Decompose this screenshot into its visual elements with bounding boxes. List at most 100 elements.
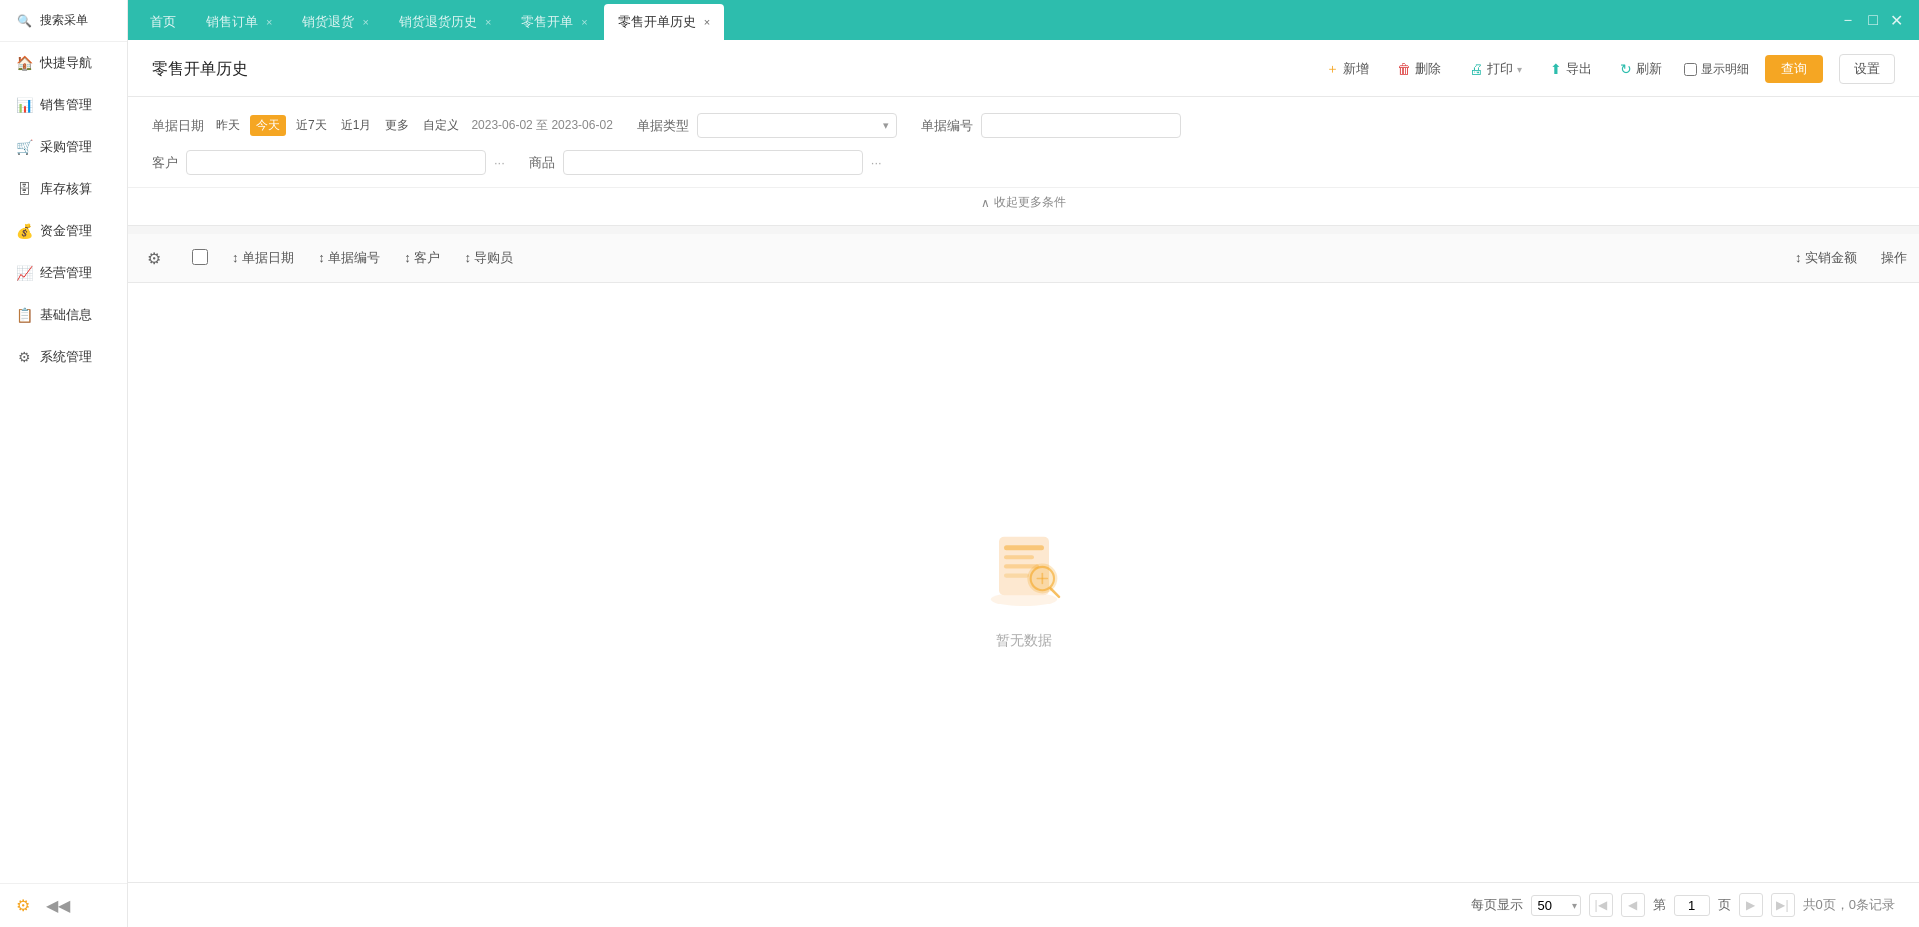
sidebar-item-purchase-mgmt[interactable]: 🛒 采购管理 (0, 126, 127, 168)
refresh-button[interactable]: ↻ 刷新 (1614, 56, 1668, 82)
print-dropdown-icon: ▾ (1517, 64, 1522, 75)
tab-retail-history-close[interactable]: × (704, 16, 710, 28)
doc-type-select-wrap (697, 113, 897, 138)
finance-icon: 💰 (16, 223, 32, 239)
sidebar-item-operations[interactable]: 📈 经营管理 (0, 252, 127, 294)
goods-filter: 商品 ··· (529, 150, 882, 175)
query-button[interactable]: 查询 (1765, 55, 1823, 83)
customer-more-icon[interactable]: ··· (494, 155, 505, 170)
tab-sales-return-history-close[interactable]: × (485, 16, 491, 28)
sidebar-item-sales-mgmt[interactable]: 📊 销售管理 (0, 84, 127, 126)
date-more[interactable]: 更多 (381, 115, 413, 136)
operations-icon: 📈 (16, 265, 32, 281)
add-label: 新增 (1343, 60, 1369, 78)
svg-rect-3 (1004, 555, 1034, 559)
export-button[interactable]: ⬆ 导出 (1544, 56, 1598, 82)
page-number-input[interactable] (1674, 895, 1710, 916)
sidebar: 🔍 搜索采单 🏠 快捷导航 📊 销售管理 🛒 采购管理 🗄 库存核算 💰 资金管… (0, 0, 128, 927)
table-select-all[interactable] (192, 249, 208, 265)
sidebar-search[interactable]: 🔍 搜索采单 (0, 0, 127, 42)
page-next-button[interactable]: ▶ (1739, 893, 1763, 917)
tab-bar-right: － □ ✕ (1840, 10, 1911, 31)
date-1month[interactable]: 近1月 (337, 115, 376, 136)
tab-retail-open[interactable]: 零售开单 × (507, 4, 601, 40)
date-yesterday[interactable]: 昨天 (212, 115, 244, 136)
add-button[interactable]: ＋ 新增 (1320, 56, 1375, 82)
data-table: ⚙ ↕ 单据日期 ↕ 单据编号 (128, 234, 1919, 283)
customer-input[interactable] (186, 150, 486, 175)
print-label: 打印 (1487, 60, 1513, 78)
doc-no-input[interactable] (981, 113, 1181, 138)
sidebar-collapse-icon[interactable]: ◀◀ (46, 896, 70, 915)
goods-more-icon[interactable]: ··· (871, 155, 882, 170)
sidebar-item-inventory[interactable]: 🗄 库存核算 (0, 168, 127, 210)
page-header: 零售开单历史 ＋ 新增 🗑 删除 🖨 打印 ▾ ⬆ 导出 (128, 40, 1919, 97)
sidebar-item-label: 快捷导航 (40, 54, 92, 72)
sidebar-item-label: 资金管理 (40, 222, 92, 240)
tab-retail-open-close[interactable]: × (581, 16, 587, 28)
page-first-button[interactable]: |◀ (1589, 893, 1613, 917)
sidebar-item-quick-nav[interactable]: 🏠 快捷导航 (0, 42, 127, 84)
date-7days[interactable]: 近7天 (292, 115, 331, 136)
date-custom[interactable]: 自定义 (419, 115, 463, 136)
window-close-icon[interactable]: ✕ (1890, 11, 1903, 30)
sidebar-item-finance[interactable]: 💰 资金管理 (0, 210, 127, 252)
window-maximize-icon[interactable]: □ (1868, 11, 1878, 29)
th-amount-label: ↕ 实销金额 (1795, 250, 1857, 265)
svg-rect-2 (1004, 545, 1044, 550)
goods-input[interactable] (563, 150, 863, 175)
page-last-button[interactable]: ▶| (1771, 893, 1795, 917)
delete-button[interactable]: 🗑 删除 (1391, 56, 1447, 82)
pagination-total: 共0页，0条记录 (1803, 896, 1895, 914)
date-filter: 单据日期 昨天 今天 近7天 近1月 更多 自定义 2023-06-02 至 2… (152, 115, 613, 136)
sidebar-settings-icon[interactable]: ⚙ (16, 896, 30, 915)
sidebar-search-label: 搜索采单 (40, 12, 88, 29)
tab-sales-order-close[interactable]: × (266, 16, 272, 28)
display-detail-checkbox[interactable] (1684, 63, 1697, 76)
tab-retail-history[interactable]: 零售开单历史 × (604, 4, 724, 40)
svg-line-8 (1050, 588, 1058, 596)
tab-home[interactable]: 首页 (136, 4, 190, 40)
page-label: 页 (1718, 896, 1731, 914)
goods-label: 商品 (529, 154, 555, 172)
page-size-select[interactable]: 50 20 100 200 (1531, 895, 1581, 916)
sales-mgmt-icon: 📊 (16, 97, 32, 113)
doc-no-filter: 单据编号 (921, 113, 1181, 138)
table-settings-icon[interactable]: ⚙ (140, 244, 168, 272)
th-date-label: ↕ 单据日期 (232, 250, 294, 265)
sidebar-item-label: 系统管理 (40, 348, 92, 366)
display-detail-label: 显示明细 (1701, 61, 1749, 78)
display-detail-checkbox-wrap[interactable]: 显示明细 (1684, 61, 1749, 78)
sidebar-item-basic-info[interactable]: 📋 基础信息 (0, 294, 127, 336)
sys-mgmt-icon: ⚙ (16, 349, 32, 365)
tab-sales-return-close[interactable]: × (362, 16, 368, 28)
tab-sales-order[interactable]: 销售订单 × (192, 4, 286, 40)
th-guide: ↕ 导购员 (452, 234, 525, 283)
date-today[interactable]: 今天 (250, 115, 286, 136)
svg-rect-5 (1004, 573, 1029, 577)
sidebar-item-label: 经营管理 (40, 264, 92, 282)
tab-retail-history-label: 零售开单历史 (618, 13, 696, 31)
th-date: ↕ 单据日期 (220, 234, 306, 283)
print-button[interactable]: 🖨 打印 ▾ (1463, 56, 1528, 82)
doc-type-filter: 单据类型 (637, 113, 897, 138)
window-minimize-icon[interactable]: － (1840, 10, 1856, 31)
th-amount: ↕ 实销金额 (1783, 234, 1869, 283)
collapse-filters-button[interactable]: ∧ 收起更多条件 (128, 187, 1919, 217)
tab-sales-return-history[interactable]: 销货退货历史 × (385, 4, 505, 40)
filter-area: 单据日期 昨天 今天 近7天 近1月 更多 自定义 2023-06-02 至 2… (128, 97, 1919, 226)
empty-icon (974, 516, 1074, 616)
filter-row-2: 客户 ··· 商品 ··· (152, 150, 1895, 175)
settings-button[interactable]: 设置 (1839, 54, 1895, 84)
sidebar-item-sys-mgmt[interactable]: ⚙ 系统管理 (0, 336, 127, 378)
page-prev-button[interactable]: ◀ (1621, 893, 1645, 917)
refresh-icon: ↻ (1620, 61, 1632, 77)
tab-sales-return[interactable]: 销货退货 × (288, 4, 382, 40)
page-size-wrap: 50 20 100 200 (1531, 895, 1581, 916)
th-no: ↕ 单据编号 (306, 234, 392, 283)
collapse-arrow-icon: ∧ (981, 196, 990, 210)
delete-icon: 🗑 (1397, 61, 1411, 77)
doc-type-select[interactable] (697, 113, 897, 138)
sidebar-item-label: 基础信息 (40, 306, 92, 324)
delete-label: 删除 (1415, 60, 1441, 78)
